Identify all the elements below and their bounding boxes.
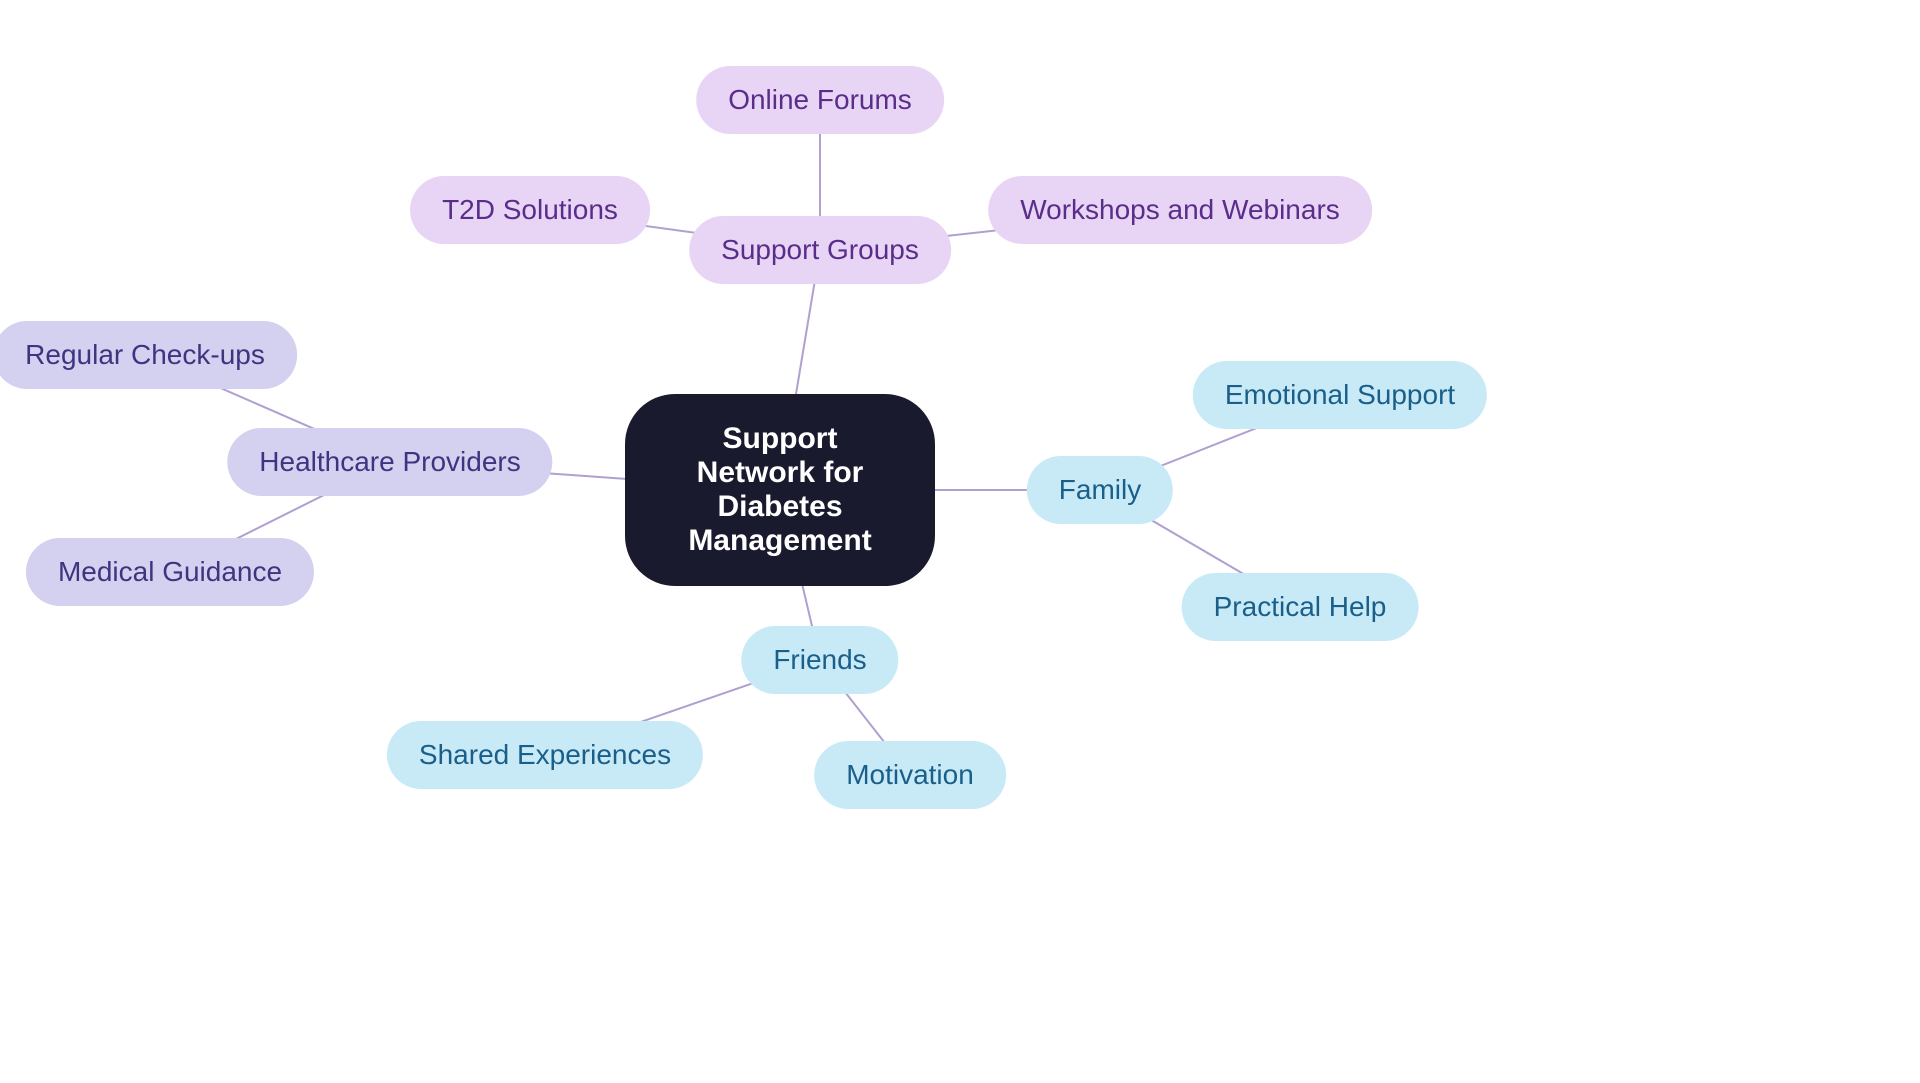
node-shared-experiences: Shared Experiences (387, 721, 703, 789)
node-family: Family (1027, 456, 1173, 524)
center-node: Support Network for Diabetes Management (625, 394, 935, 586)
node-medical-guidance: Medical Guidance (26, 538, 314, 606)
node-workshops-webinars: Workshops and Webinars (988, 176, 1372, 244)
node-t2d-solutions: T2D Solutions (410, 176, 650, 244)
node-support-groups: Support Groups (689, 216, 951, 284)
node-motivation: Motivation (814, 741, 1006, 809)
node-friends: Friends (741, 626, 898, 694)
node-healthcare-providers: Healthcare Providers (227, 428, 552, 496)
node-online-forums: Online Forums (696, 66, 944, 134)
node-practical-help: Practical Help (1182, 573, 1419, 641)
node-regular-checkups: Regular Check-ups (0, 321, 297, 389)
node-emotional-support: Emotional Support (1193, 361, 1487, 429)
